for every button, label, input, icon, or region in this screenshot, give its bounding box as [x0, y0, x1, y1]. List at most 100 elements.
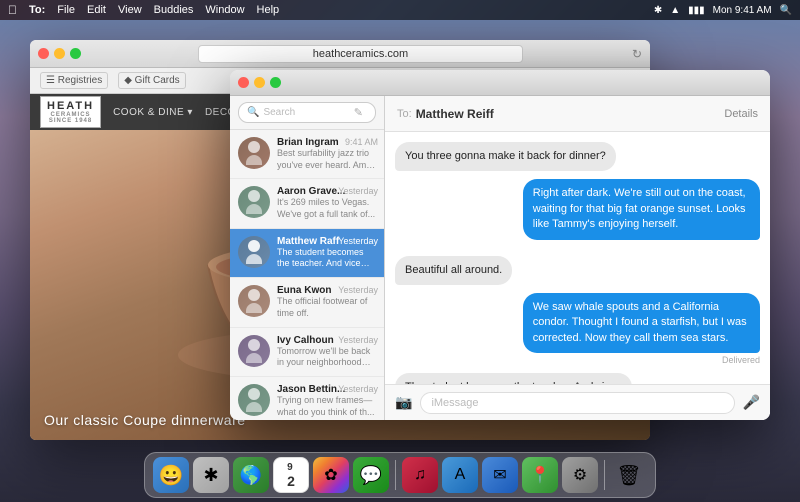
chat-input-bar: 📷 iMessage 🎤	[385, 384, 770, 420]
search-placeholder: Search	[263, 107, 295, 118]
minimize-button[interactable]	[54, 48, 65, 59]
browser-nav-buttons: ↻	[632, 47, 642, 61]
dock-music[interactable]: ♫	[402, 457, 438, 493]
menubar-help[interactable]: Help	[257, 4, 280, 16]
search-icon: 🔍	[247, 107, 259, 118]
refresh-icon[interactable]: ↻	[632, 47, 642, 61]
dock-photos[interactable]: ✿	[313, 457, 349, 493]
conversation-list: 🔍 Search ✎ Brian Ingram Best surfability…	[230, 96, 385, 420]
messages-minimize-button[interactable]	[254, 77, 265, 88]
chat-header: To: Matthew Reiff Details	[385, 96, 770, 132]
compose-icon[interactable]: ✎	[354, 106, 363, 119]
conv-item-brian[interactable]: Brian Ingram Best surfability jazz trio …	[230, 130, 384, 179]
search-input[interactable]: 🔍 Search ✎	[238, 102, 376, 123]
wifi-icon: ▲	[670, 5, 680, 16]
avatar-matthew	[238, 236, 270, 268]
messages-body: 🔍 Search ✎ Brian Ingram Best surfability…	[230, 96, 770, 420]
conv-item-ivy[interactable]: Ivy Calhoun Tomorrow we'll be back in yo…	[230, 328, 384, 377]
logo-since: SINCE 1948	[49, 118, 92, 124]
conv-item-matthew[interactable]: Matthew Raff The student becomes the tea…	[230, 229, 384, 278]
msg-sent-1: Right after dark. We're still out on the…	[523, 179, 760, 239]
avatar-euna	[238, 285, 270, 317]
url-input[interactable]: heathceramics.com	[198, 45, 524, 63]
battery-icon: ▮▮▮	[688, 5, 705, 16]
conv-item-aaron[interactable]: Aaron Grave... It's 269 miles to Vegas. …	[230, 179, 384, 228]
to-label: To:	[397, 108, 412, 120]
menubar:  To: File Edit View Buddies Window Help…	[0, 0, 800, 20]
dock-messages[interactable]: 💬	[353, 457, 389, 493]
msg-received-1: You three gonna make it back for dinner?	[395, 142, 616, 171]
menubar-right: ✱ ▲ ▮▮▮ Mon 9:41 AM 🔍	[654, 0, 792, 20]
conv-time-brian: 9:41 AM	[345, 137, 378, 147]
dock-separator-2	[604, 460, 605, 490]
chat-messages: You three gonna make it back for dinner?…	[385, 132, 770, 384]
logo-name: HEATH	[47, 100, 94, 112]
mic-icon[interactable]: 🎤	[743, 394, 760, 411]
browser-titlebar: heathceramics.com ↻	[30, 40, 650, 68]
window-controls	[38, 48, 81, 59]
messages-maximize-button[interactable]	[270, 77, 281, 88]
dock-maps[interactable]: 📍	[522, 457, 558, 493]
dock-launchpad[interactable]: ✱	[193, 457, 229, 493]
avatar-brian	[238, 137, 270, 169]
messages-close-button[interactable]	[238, 77, 249, 88]
chat-panel: To: Matthew Reiff Details You three gonn…	[385, 96, 770, 420]
conv-time-matthew: Yesterday	[338, 236, 378, 246]
conv-preview-ivy: Tomorrow we'll be back in your neighborh…	[277, 346, 376, 369]
search-icon[interactable]: 🔍	[780, 5, 792, 16]
imessage-placeholder: iMessage	[431, 397, 478, 409]
bluetooth-icon: ✱	[654, 5, 662, 16]
menubar-file[interactable]: File	[57, 4, 75, 16]
menubar-window[interactable]: Window	[205, 4, 244, 16]
messages-window-controls	[238, 77, 281, 88]
camera-icon[interactable]: 📷	[395, 394, 412, 411]
conv-preview-euna: The official footwear of time off.	[277, 296, 376, 319]
clock: Mon 9:41 AM	[713, 5, 772, 16]
menubar-view[interactable]: View	[118, 4, 142, 16]
dock-finder[interactable]: 😀	[153, 457, 189, 493]
conv-item-jason[interactable]: Jason Bettin... Trying on new frames—wha…	[230, 377, 384, 420]
dock-safari[interactable]: 🌎	[233, 457, 269, 493]
msg-sent-2: We saw whale spouts and a California con…	[523, 293, 760, 353]
avatar-aaron	[238, 186, 270, 218]
conv-item-euna[interactable]: Euna Kwon The official footwear of time …	[230, 278, 384, 327]
conv-preview-brian: Best surfability jazz trio you've ever h…	[277, 148, 376, 171]
chat-details-button[interactable]: Details	[724, 108, 758, 120]
close-button[interactable]	[38, 48, 49, 59]
msg-delivered-label: Delivered	[722, 355, 760, 365]
conv-time-euna: Yesterday	[338, 285, 378, 295]
maximize-button[interactable]	[70, 48, 81, 59]
messages-window: 🔍 Search ✎ Brian Ingram Best surfability…	[230, 70, 770, 420]
msg-received-3: The student becomes the teacher. And vic…	[395, 373, 632, 384]
dock-trash[interactable]: 🗑	[611, 457, 647, 493]
desktop: heathceramics.com ↻ ☰ Registries ◆ Gift …	[0, 20, 800, 502]
conv-time-jason: Yesterday	[338, 384, 378, 394]
imessage-input[interactable]: iMessage	[420, 392, 734, 414]
conv-time-aaron: Yesterday	[338, 186, 378, 196]
dock-calendar[interactable]: 92	[273, 457, 309, 493]
dock-appstore[interactable]: A	[442, 457, 478, 493]
registries-link[interactable]: ☰ Registries	[40, 72, 108, 89]
chat-contact-name: Matthew Reiff	[416, 107, 494, 121]
messages-titlebar	[230, 70, 770, 96]
apple-menu[interactable]: 	[8, 3, 17, 17]
conv-preview-aaron: It's 269 miles to Vegas. We've got a ful…	[277, 197, 376, 220]
dock-separator-1	[395, 460, 396, 490]
conv-preview-jason: Trying on new frames—what do you think o…	[277, 395, 376, 418]
avatar-jason	[238, 384, 270, 416]
heath-logo: HEATH CERAMICS SINCE 1948	[40, 96, 101, 128]
gift-cards-link[interactable]: ◆ Gift Cards	[118, 72, 185, 89]
search-bar: 🔍 Search ✎	[230, 96, 384, 130]
msg-received-2: Beautiful all around.	[395, 256, 512, 285]
menubar-left:  To: File Edit View Buddies Window Help	[8, 3, 279, 17]
menubar-buddies[interactable]: Buddies	[154, 4, 194, 16]
avatar-ivy	[238, 335, 270, 367]
nav-cook-dine[interactable]: COOK & DINE ▾	[113, 107, 193, 118]
dock-systemprefs[interactable]: ⚙	[562, 457, 598, 493]
dock-mail[interactable]: ✉	[482, 457, 518, 493]
url-text: heathceramics.com	[313, 48, 408, 60]
browser-url-bar: heathceramics.com	[89, 45, 632, 63]
menubar-edit[interactable]: Edit	[87, 4, 106, 16]
dock: 😀 ✱ 🌎 92 ✿ 💬 ♫ A ✉ 📍 ⚙	[144, 452, 656, 498]
menubar-app-name[interactable]: To:	[29, 4, 45, 16]
